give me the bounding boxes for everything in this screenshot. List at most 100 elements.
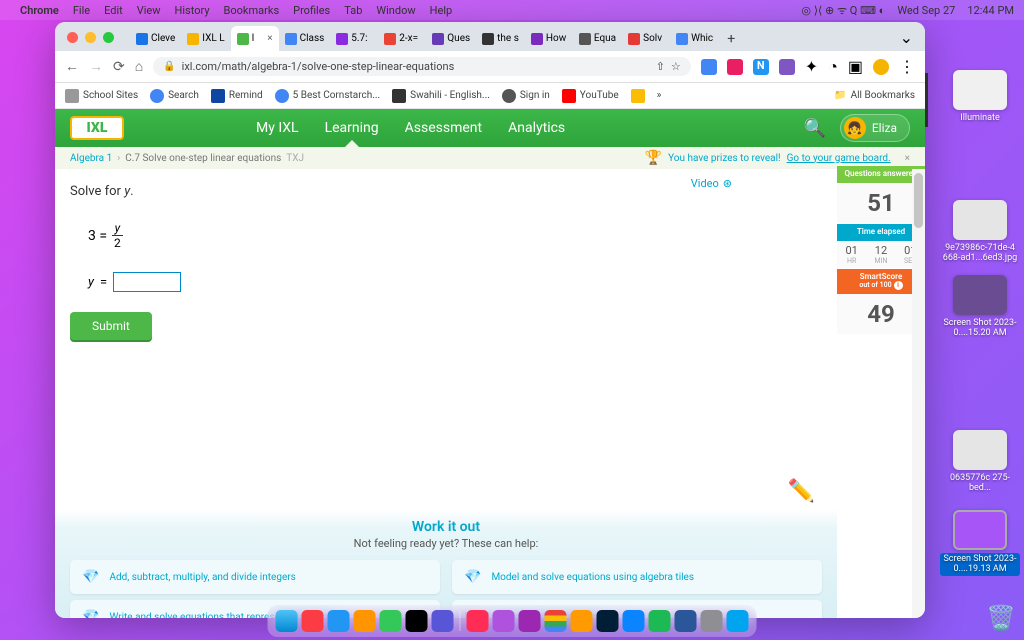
maximize-window-button[interactable] [103, 32, 114, 43]
browser-tab[interactable]: Equa [573, 26, 622, 51]
extension-icon[interactable] [727, 59, 743, 75]
dock-finder-icon[interactable] [276, 610, 298, 632]
browser-tab[interactable]: 2-x= [378, 26, 426, 51]
reload-button[interactable]: ⟳ [113, 59, 125, 75]
new-tab-button[interactable]: + [719, 27, 743, 51]
bookmark-item[interactable]: Remind [211, 89, 263, 103]
menu-help[interactable]: Help [430, 4, 453, 17]
answer-input[interactable] [113, 272, 181, 292]
profile-avatar[interactable] [873, 59, 889, 75]
info-icon[interactable]: i [894, 281, 903, 290]
status-icons[interactable]: ◎ ⟩⟨ ⊕ ᯤ Q ⌨ ◐ [801, 3, 885, 18]
bookmark-item[interactable]: YouTube [562, 89, 619, 103]
tabs-dropdown-icon[interactable]: ⌄ [896, 24, 917, 51]
menubar-time[interactable]: 12:44 PM [967, 4, 1014, 17]
nav-analytics[interactable]: Analytics [506, 111, 567, 145]
dock-app-icon[interactable] [328, 610, 350, 632]
dock-app-icon[interactable] [380, 610, 402, 632]
browser-tab[interactable]: 5.7: [330, 26, 378, 51]
nav-learning[interactable]: Learning [323, 111, 381, 145]
app-name[interactable]: Chrome [20, 4, 59, 17]
desktop-icon[interactable]: 9e73986c-71de-4 668-ad1...6ed3.jpg [940, 200, 1020, 264]
dock-app-icon[interactable] [302, 610, 324, 632]
menu-bookmarks[interactable]: Bookmarks [224, 4, 280, 17]
close-icon[interactable]: × [905, 153, 910, 164]
browser-tab[interactable]: How [525, 26, 573, 51]
browser-tab[interactable]: Class [279, 26, 331, 51]
dock-app-icon[interactable] [675, 610, 697, 632]
user-menu[interactable]: 👧 Eliza [840, 114, 910, 142]
browser-tab[interactable]: I× [231, 26, 279, 51]
menu-profiles[interactable]: Profiles [293, 4, 330, 17]
scrollbar[interactable] [912, 169, 925, 618]
dock-app-icon[interactable] [649, 610, 671, 632]
nav-assessment[interactable]: Assessment [403, 111, 484, 145]
forward-button[interactable]: → [89, 58, 103, 75]
extensions-icon[interactable]: ✦ [805, 57, 818, 76]
submit-button[interactable]: Submit [70, 312, 152, 340]
browser-tab[interactable]: Whic [670, 26, 719, 51]
desktop-icon[interactable]: Illuminate [940, 70, 1020, 123]
dock-app-icon[interactable] [701, 610, 723, 632]
browser-tab[interactable]: Ques [426, 26, 476, 51]
nav-my-ixl[interactable]: My IXL [254, 111, 301, 145]
menu-history[interactable]: History [175, 4, 210, 17]
back-button[interactable]: ← [65, 58, 79, 75]
dock-app-icon[interactable] [406, 610, 428, 632]
related-skill[interactable]: 💎Model and solve equations using algebra… [452, 560, 822, 594]
bookmark-item[interactable]: 5 Best Cornstarch... [275, 89, 381, 103]
dock-app-icon[interactable] [467, 610, 489, 632]
dock-app-icon[interactable] [623, 610, 645, 632]
address-bar[interactable]: 🔒 ixl.com/math/algebra-1/solve-one-step-… [153, 57, 691, 76]
scrollbar-thumb[interactable] [914, 173, 923, 228]
dock-chrome-icon[interactable] [545, 610, 567, 632]
overflow-icon[interactable]: » [657, 90, 662, 101]
browser-tab[interactable]: Solv [622, 26, 670, 51]
extension-icon[interactable]: ◔ [828, 57, 838, 77]
related-skill[interactable]: 💎Add, subtract, multiply, and divide int… [70, 560, 440, 594]
menu-edit[interactable]: Edit [104, 4, 123, 17]
dock-app-icon[interactable] [432, 610, 454, 632]
dock-app-icon[interactable] [354, 610, 376, 632]
ixl-logo[interactable]: IXL [70, 116, 124, 140]
close-icon[interactable]: × [267, 33, 272, 44]
menu-tab[interactable]: Tab [344, 4, 362, 17]
prize-link[interactable]: Go to your game board. [787, 153, 891, 164]
chrome-menu-icon[interactable]: ⋮ [899, 57, 915, 76]
bookmark-item[interactable]: Swahili - English... [392, 89, 490, 103]
extension-icon[interactable] [779, 59, 795, 75]
dock-app-icon[interactable] [519, 610, 541, 632]
dock-app-icon[interactable] [597, 610, 619, 632]
share-icon[interactable]: ⇧ [656, 60, 665, 73]
bookmark-item[interactable] [631, 89, 645, 103]
trash-icon[interactable]: 🗑️ [986, 604, 1016, 632]
desktop-icon[interactable]: 0635776c 275-bed... [940, 430, 1020, 494]
extension-icon[interactable]: N [753, 59, 769, 75]
side-panel-icon[interactable]: ▣ [848, 57, 863, 76]
home-button[interactable]: ⌂ [135, 58, 143, 75]
menubar-date[interactable]: Wed Sep 27 [897, 4, 955, 17]
search-icon[interactable]: 🔍 [803, 118, 825, 139]
extension-icon[interactable] [701, 59, 717, 75]
bookmark-item[interactable]: School Sites [65, 89, 138, 103]
browser-tab[interactable]: Cleve [130, 26, 181, 51]
desktop-icon[interactable]: Screen Shot 2023-0....19.13 AM [940, 510, 1020, 576]
menu-view[interactable]: View [137, 4, 161, 17]
pencil-icon[interactable]: ✏️ [788, 479, 815, 504]
minimize-window-button[interactable] [85, 32, 96, 43]
desktop-icon[interactable]: Screen Shot 2023-0....15.20 AM [940, 275, 1020, 339]
browser-tab[interactable]: the s [476, 26, 525, 51]
dock-app-icon[interactable] [493, 610, 515, 632]
video-link[interactable]: Video ⊛ [691, 177, 732, 190]
bookmark-item[interactable]: Sign in [502, 89, 550, 103]
star-icon[interactable]: ☆ [671, 60, 681, 73]
dock-app-icon[interactable] [571, 610, 593, 632]
dock-app-icon[interactable] [727, 610, 749, 632]
close-window-button[interactable] [67, 32, 78, 43]
browser-tab[interactable]: IXL L [181, 26, 230, 51]
menu-file[interactable]: File [73, 4, 90, 17]
all-bookmarks-button[interactable]: 📁All Bookmarks [834, 90, 915, 101]
menu-window[interactable]: Window [376, 4, 415, 17]
bookmark-item[interactable]: Search [150, 89, 199, 103]
breadcrumb-subject[interactable]: Algebra 1 [70, 153, 112, 164]
